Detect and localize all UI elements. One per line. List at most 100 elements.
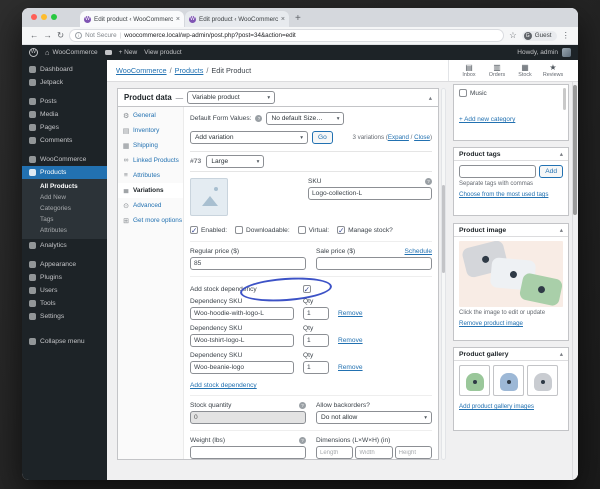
downloadable-checkbox[interactable]	[235, 226, 244, 234]
bookmark-star-icon[interactable]: ☆	[509, 31, 517, 40]
browser-tab-1[interactable]: W Edit product ‹ WooCommerce ×	[80, 11, 184, 27]
page-scrollbar[interactable]	[572, 82, 578, 480]
width-input[interactable]	[355, 446, 393, 459]
help-tip-icon[interactable]	[299, 402, 306, 409]
submenu-all-products[interactable]: All Products	[22, 181, 107, 192]
comments-bubble-icon[interactable]	[104, 50, 112, 55]
reload-icon[interactable]: ↻	[57, 31, 64, 40]
browser-tab-2[interactable]: W Edit product ‹ WooCommerce ×	[185, 11, 289, 27]
height-input[interactable]	[394, 446, 432, 459]
gallery-thumb[interactable]	[493, 365, 524, 396]
remove-product-image-link[interactable]: Remove product image	[459, 320, 523, 327]
sidebar-item-jetpack[interactable]: Jetpack	[22, 76, 107, 89]
box-toggle-icon[interactable]	[560, 350, 563, 358]
breadcrumb-woocommerce[interactable]: WooCommerce	[116, 66, 167, 75]
back-icon[interactable]: ←	[30, 31, 39, 40]
stock-quantity-input[interactable]	[190, 411, 306, 424]
dependency-qty-input[interactable]	[303, 361, 329, 374]
window-minimize-button[interactable]	[41, 14, 47, 20]
length-input[interactable]	[316, 446, 354, 459]
weight-input[interactable]	[190, 446, 306, 459]
box-toggle-icon[interactable]	[560, 226, 563, 234]
metabox-scrollbar-thumb[interactable]	[442, 185, 445, 273]
admin-bar-new-link[interactable]: + New	[119, 49, 138, 56]
submenu-add-new[interactable]: Add New	[22, 192, 107, 203]
help-tip-icon[interactable]	[425, 178, 432, 185]
sidebar-item-appearance[interactable]: Appearance	[22, 258, 107, 271]
virtual-checkbox[interactable]	[297, 226, 306, 234]
admin-avatar[interactable]	[562, 48, 571, 57]
tab-advanced[interactable]: ⊙ Advanced	[118, 198, 183, 213]
sidebar-item-pages[interactable]: Pages	[22, 121, 107, 134]
dependency-sku-input[interactable]	[190, 334, 294, 347]
enabled-checkbox[interactable]	[190, 226, 198, 235]
music-category-checkbox[interactable]	[459, 89, 467, 97]
site-info-icon[interactable]: i	[75, 32, 83, 39]
tags-input[interactable]	[459, 165, 537, 178]
dependency-sku-input[interactable]	[190, 307, 294, 320]
sidebar-item-tools[interactable]: Tools	[22, 297, 107, 310]
admin-bar-view-product-link[interactable]: View product	[144, 49, 181, 56]
browser-profile-chip[interactable]: G Guest	[521, 30, 557, 41]
activity-inbox[interactable]: ▤ Inbox	[456, 63, 482, 78]
sidebar-item-media[interactable]: Media	[22, 108, 107, 121]
submenu-categories[interactable]: Categories	[22, 203, 107, 214]
category-list-scrollbar[interactable]	[563, 88, 566, 110]
tab-general[interactable]: ⚙ General	[118, 108, 183, 123]
metabox-scrollbar[interactable]	[441, 88, 446, 460]
tab-linked-products[interactable]: ∞ Linked Products	[118, 153, 183, 168]
tab-variations[interactable]: ≣ Variations	[118, 183, 183, 198]
most-used-tags-link[interactable]: Choose from the most used tags	[459, 191, 548, 198]
submenu-tags[interactable]: Tags	[22, 214, 107, 225]
address-bar[interactable]: i Not Secure | woocommerce.local/wp-admi…	[69, 29, 505, 42]
close-link[interactable]: Close	[414, 134, 430, 141]
sidebar-item-posts[interactable]: Posts	[22, 95, 107, 108]
tab-close-icon[interactable]: ×	[281, 16, 285, 23]
variation-attribute-select[interactable]: Large	[206, 155, 265, 168]
add-new-category-link[interactable]: + Add new category	[459, 116, 515, 123]
sidebar-item-products[interactable]: Products	[22, 166, 107, 179]
schedule-link[interactable]: Schedule	[405, 248, 433, 255]
window-zoom-button[interactable]	[51, 14, 57, 20]
sidebar-item-users[interactable]: Users	[22, 284, 107, 297]
tab-close-icon[interactable]: ×	[176, 16, 180, 23]
forward-icon[interactable]: →	[44, 31, 53, 40]
remove-dependency-link[interactable]: Remove	[338, 364, 363, 371]
sidebar-item-dashboard[interactable]: Dashboard	[22, 63, 107, 76]
remove-dependency-link[interactable]: Remove	[338, 337, 363, 344]
go-button[interactable]: Go	[312, 131, 333, 144]
tab-get-more-options[interactable]: ⊞ Get more options	[118, 213, 183, 228]
dependency-qty-input[interactable]	[303, 307, 329, 320]
sale-price-input[interactable]	[316, 257, 432, 270]
dependency-qty-input[interactable]	[303, 334, 329, 347]
regular-price-input[interactable]	[190, 257, 306, 270]
activity-stock[interactable]: ▦ Stock	[512, 63, 538, 78]
activity-reviews[interactable]: ★ Reviews	[540, 63, 566, 78]
sidebar-item-comments[interactable]: Comments	[22, 134, 107, 147]
add-variation-select[interactable]: Add variation	[190, 131, 308, 144]
wordpress-logo-icon[interactable]: W	[29, 48, 38, 57]
tab-inventory[interactable]: ▤ Inventory	[118, 123, 183, 138]
sidebar-item-analytics[interactable]: Analytics	[22, 239, 107, 252]
add-stock-dependency-link[interactable]: Add stock dependency	[190, 382, 257, 389]
help-tip-icon[interactable]	[255, 115, 263, 122]
product-image[interactable]	[459, 241, 563, 307]
sidebar-item-plugins[interactable]: Plugins	[22, 271, 107, 284]
tab-attributes[interactable]: ≡ Attributes	[118, 168, 183, 183]
sidebar-item-woocommerce[interactable]: WooCommerce	[22, 153, 107, 166]
product-type-select[interactable]: Variable product	[187, 91, 276, 104]
add-gallery-images-link[interactable]: Add product gallery images	[459, 403, 534, 410]
metabox-toggle-icon[interactable]	[429, 94, 432, 102]
admin-bar-site-link[interactable]: ⌂ WooCommerce	[45, 49, 98, 57]
sidebar-collapse-menu[interactable]: Collapse menu	[22, 335, 107, 348]
help-tip-icon[interactable]	[299, 437, 306, 444]
tab-shipping[interactable]: ▦ Shipping	[118, 138, 183, 153]
remove-dependency-link[interactable]: Remove	[338, 310, 363, 317]
default-form-values-select[interactable]: No default Size…	[266, 112, 345, 125]
breadcrumb-products[interactable]: Products	[175, 66, 204, 75]
sidebar-item-settings[interactable]: Settings	[22, 310, 107, 323]
box-toggle-icon[interactable]	[560, 150, 563, 158]
expand-link[interactable]: Expand	[388, 134, 409, 141]
gallery-thumb[interactable]	[459, 365, 490, 396]
add-stock-dependency-checkbox[interactable]	[302, 285, 311, 294]
